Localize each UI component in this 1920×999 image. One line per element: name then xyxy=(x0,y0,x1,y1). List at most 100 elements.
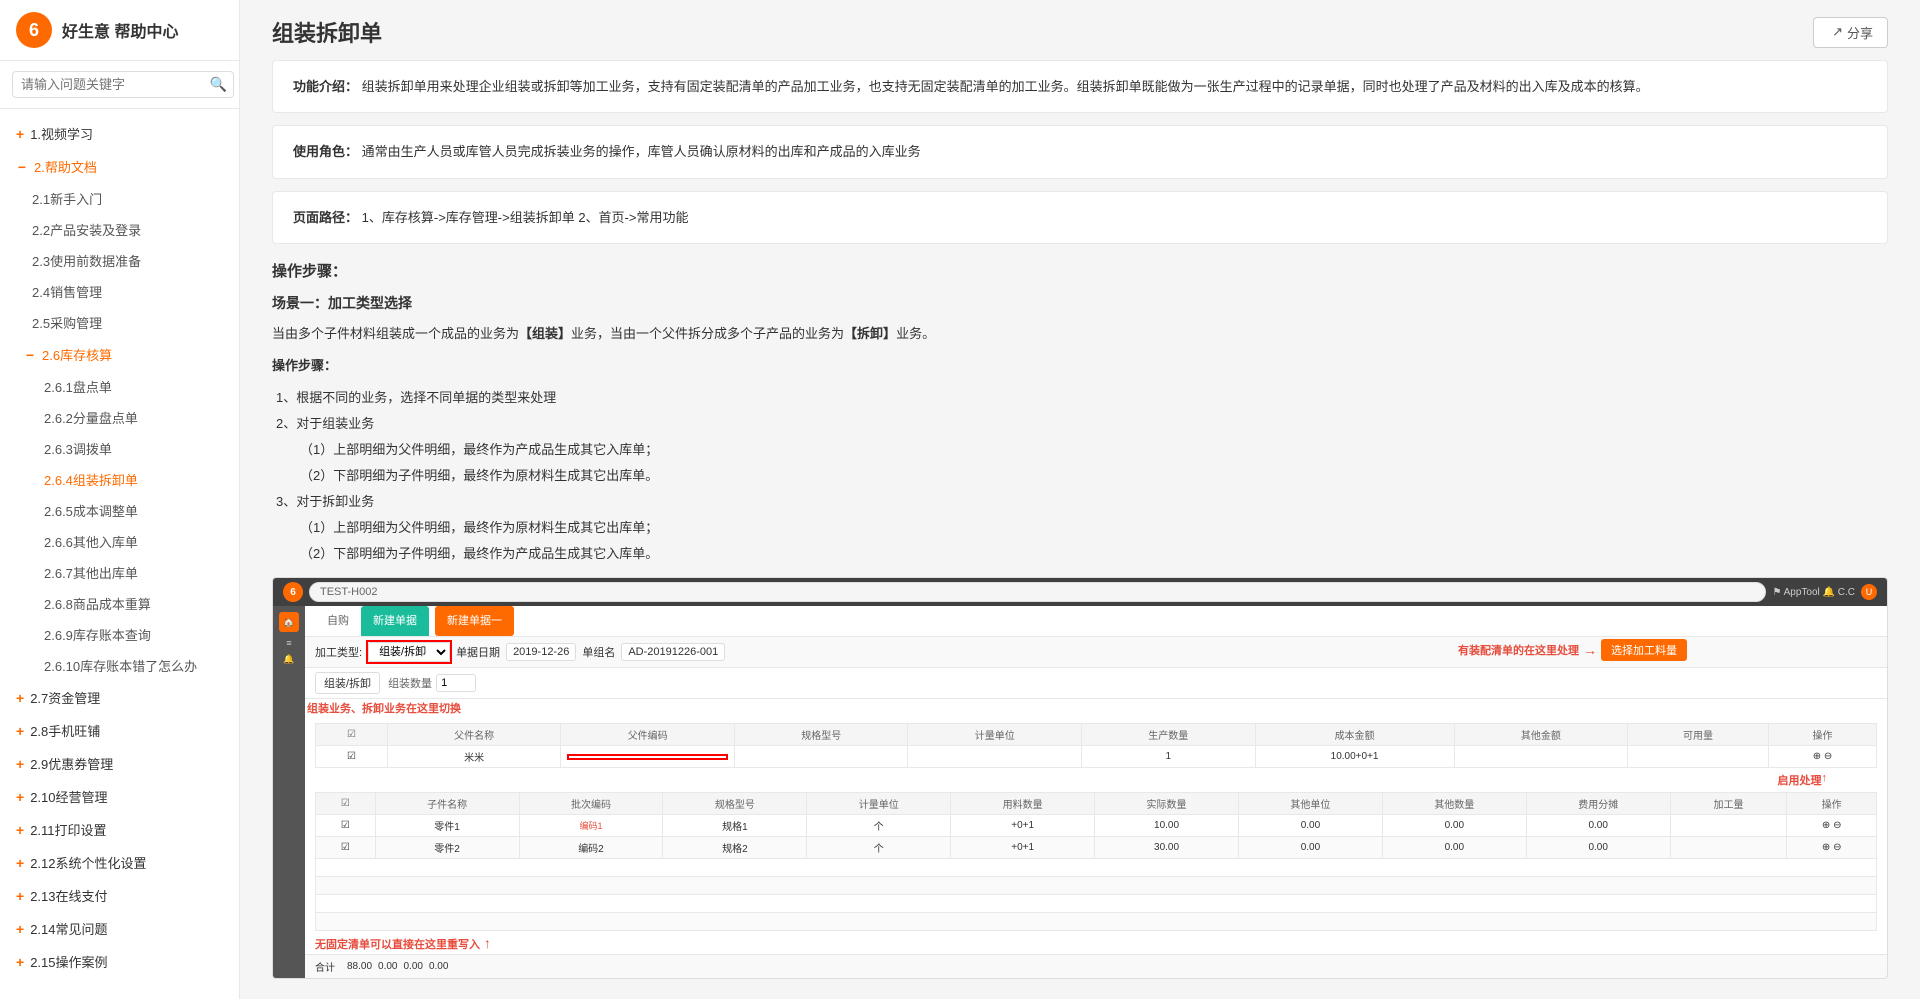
sidebar-item-2-6-4[interactable]: 2.6.4组装拆卸单 xyxy=(0,464,239,495)
mock-tab-self[interactable]: 自购 xyxy=(315,606,361,636)
sidebar-item-2-1[interactable]: 2.1新手入门 xyxy=(0,183,239,214)
mock-new-btn[interactable]: 新建单据一 xyxy=(435,606,514,636)
mock-lth-process: 加工量 xyxy=(1670,793,1787,815)
sidebar-item-2-3[interactable]: 2.3使用前数据准备 xyxy=(0,245,239,276)
expand-icon-2-13: + xyxy=(16,888,24,904)
sidebar-item-2-6-1[interactable]: 2.6.1盘点单 xyxy=(0,371,239,402)
sidebar-item-2-6-3[interactable]: 2.6.3调拨单 xyxy=(0,433,239,464)
path-label: 页面路径： xyxy=(293,210,358,225)
mock-th-cost: 成本金额 xyxy=(1255,724,1454,746)
mock-code-highlight xyxy=(567,754,728,760)
mock-type-select-wrapper: 组装/拆卸 xyxy=(368,642,450,662)
mock-lth-other-qty: 其他数量 xyxy=(1382,793,1526,815)
sidebar-header: 6 好生意 帮助中心 xyxy=(0,0,239,61)
sidebar-item-2-10[interactable]: + 2.10经营管理 xyxy=(0,780,239,813)
sidebar-title: 好生意 帮助中心 xyxy=(62,18,178,42)
sidebar-item-2-6-8[interactable]: 2.6.8商品成本重算 xyxy=(0,588,239,619)
search-icon[interactable]: 🔍 xyxy=(210,76,227,93)
sidebar-item-2-15[interactable]: + 2.15操作案例 xyxy=(0,945,239,978)
sidebar-item-2-6-6[interactable]: 2.6.6其他入库单 xyxy=(0,526,239,557)
sidebar-item-2-14[interactable]: + 2.14常见问题 xyxy=(0,912,239,945)
mock-ltd-process-2 xyxy=(1670,837,1787,859)
sidebar-item-2-12[interactable]: + 2.12系统个性化设置 xyxy=(0,846,239,879)
sidebar-item-2-9[interactable]: + 2.9优惠券管理 xyxy=(0,747,239,780)
sidebar-item-2-6-10[interactable]: 2.6.10库存账本错了怎么办 xyxy=(0,650,239,681)
mock-lth-use-qty: 用料数量 xyxy=(951,793,1095,815)
mock-tab-new[interactable]: 新建单据 xyxy=(361,606,429,636)
sidebar-item-2-6-2[interactable]: 2.6.2分量盘点单 xyxy=(0,402,239,433)
mock-lth-other-unit: 其他单位 xyxy=(1238,793,1382,815)
path-block: 页面路径： 1、库存核算->库存管理->组装拆卸单 2、首页->常用功能 xyxy=(272,191,1888,244)
mock-td-unit xyxy=(908,746,1082,768)
sidebar-item-2-6-5[interactable]: 2.6.5成本调整单 xyxy=(0,495,239,526)
search-input[interactable] xyxy=(12,71,234,98)
mock-empty-row-3 xyxy=(316,859,1877,877)
share-icon: ↗ xyxy=(1832,24,1843,40)
mock-td-actions[interactable]: ⊕ ⊖ xyxy=(1768,746,1876,768)
sidebar-item-2-8[interactable]: + 2.8手机旺铺 xyxy=(0,714,239,747)
sidebar-item-2-13[interactable]: + 2.13在线支付 xyxy=(0,879,239,912)
mock-td-other xyxy=(1454,746,1628,768)
mock-ltd-batch-2: 编码2 xyxy=(519,837,663,859)
mock-ltd-ops-1[interactable]: ⊕ ⊖ xyxy=(1787,815,1877,837)
feature-intro-label: 功能介绍： xyxy=(293,79,358,94)
expand-icon-2-7: + xyxy=(16,690,24,706)
mock-th-checkbox: ☑ xyxy=(316,724,388,746)
sidebar-item-2-2[interactable]: 2.2产品安装及登录 xyxy=(0,214,239,245)
mock-ltd-actual-2: 30.00 xyxy=(1095,837,1239,859)
sidebar-item-2[interactable]: − 2.帮助文档 xyxy=(0,150,239,183)
mock-ltd-check-1: ☑ xyxy=(316,815,376,837)
role-label: 使用角色： xyxy=(293,144,358,159)
step-1: 1、根据不同的业务，选择不同单据的类型来处理 xyxy=(272,385,1888,411)
mock-footer-v4: 0.00 xyxy=(404,961,423,972)
ops-title: 操作步骤： xyxy=(272,260,1888,281)
mock-process-btn[interactable]: 选择加工料量 xyxy=(1601,639,1687,661)
mock-ltd-unit-1: 个 xyxy=(807,815,951,837)
mock-th-avail: 可用量 xyxy=(1628,724,1769,746)
mock-qty-input[interactable] xyxy=(436,674,476,692)
share-label: 分享 xyxy=(1847,23,1873,42)
sidebar-item-label-2-7: 2.7资金管理 xyxy=(30,688,100,707)
mock-lower-table-wrapper: ☑ 子件名称 批次编码 规格型号 计量单位 用料数量 实际数量 其他单位 其他数 xyxy=(305,790,1887,933)
mock-ltd-batch-1: 编码1 xyxy=(519,815,663,837)
mock-assemble-tab[interactable]: 组装/拆卸 xyxy=(315,672,380,694)
mock-group-label: 单组名 xyxy=(582,644,615,660)
expand-icon-1: + xyxy=(16,126,24,142)
sidebar-item-2-7[interactable]: + 2.7资金管理 xyxy=(0,681,239,714)
mock-type-select[interactable]: 组装/拆卸 xyxy=(368,642,450,662)
mock-th-other: 其他金额 xyxy=(1454,724,1628,746)
sidebar-item-2-4[interactable]: 2.4销售管理 xyxy=(0,276,239,307)
mock-td-spec xyxy=(734,746,908,768)
sidebar-item-2-6-7[interactable]: 2.6.7其他出库单 xyxy=(0,557,239,588)
mock-upper-table-wrapper: ☑ 父件名称 父件编码 规格型号 计量单位 生产数量 成本金额 其他金额 可用量 xyxy=(305,719,1887,770)
search-bar: 🔍 xyxy=(0,61,239,109)
share-button[interactable]: ↗ 分享 xyxy=(1813,17,1888,48)
sidebar-item-2-6-9[interactable]: 2.6.9库存账本查询 xyxy=(0,619,239,650)
mock-annotation-4-wrapper: 启用处理 ↑ xyxy=(305,770,1887,790)
expand-icon-2-11: + xyxy=(16,822,24,838)
mock-date-value: 2019-12-26 xyxy=(506,643,576,661)
table-row xyxy=(316,895,1877,913)
mock-th-parent-name: 父件名称 xyxy=(387,724,561,746)
mock-menu-icon: ≡ xyxy=(286,638,291,648)
mock-icon-bar: 🏠 ≡ 🔔 xyxy=(273,606,305,978)
collapse-icon-2: − xyxy=(16,159,28,175)
mock-qty-label: 组装数量 xyxy=(388,675,432,691)
sidebar-item-label-2-10: 2.10经营管理 xyxy=(30,787,107,806)
sidebar-item-label-2-8: 2.8手机旺铺 xyxy=(30,721,100,740)
mock-footer-label: 合计 xyxy=(315,959,335,974)
sidebar-item-2-6[interactable]: − 2.6库存核算 xyxy=(0,338,239,371)
sidebar-item-label-1: 1.视频学习 xyxy=(30,124,93,143)
annotation-1-arrow: → xyxy=(1583,642,1597,658)
mock-empty-row-5 xyxy=(316,895,1877,913)
sidebar-item-2-11[interactable]: + 2.11打印设置 xyxy=(0,813,239,846)
sidebar-item-2-5[interactable]: 2.5采购管理 xyxy=(0,307,239,338)
sidebar-item-1[interactable]: + 1.视频学习 xyxy=(0,117,239,150)
mock-th-unit: 计量单位 xyxy=(908,724,1082,746)
mock-th-prod-qty: 生产数量 xyxy=(1081,724,1255,746)
mock-ltd-ops-2[interactable]: ⊕ ⊖ xyxy=(1787,837,1877,859)
sidebar-item-label-2-14: 2.14常见问题 xyxy=(30,919,107,938)
table-row: ☑ 零件1 编码1 规格1 个 +0+1 10.00 xyxy=(316,815,1877,837)
sidebar-item-label-2-11: 2.11打印设置 xyxy=(30,820,106,839)
mock-main-panel: 自购 新建单据 新建单据一 加工类型: 组装/拆卸 xyxy=(305,606,1887,978)
